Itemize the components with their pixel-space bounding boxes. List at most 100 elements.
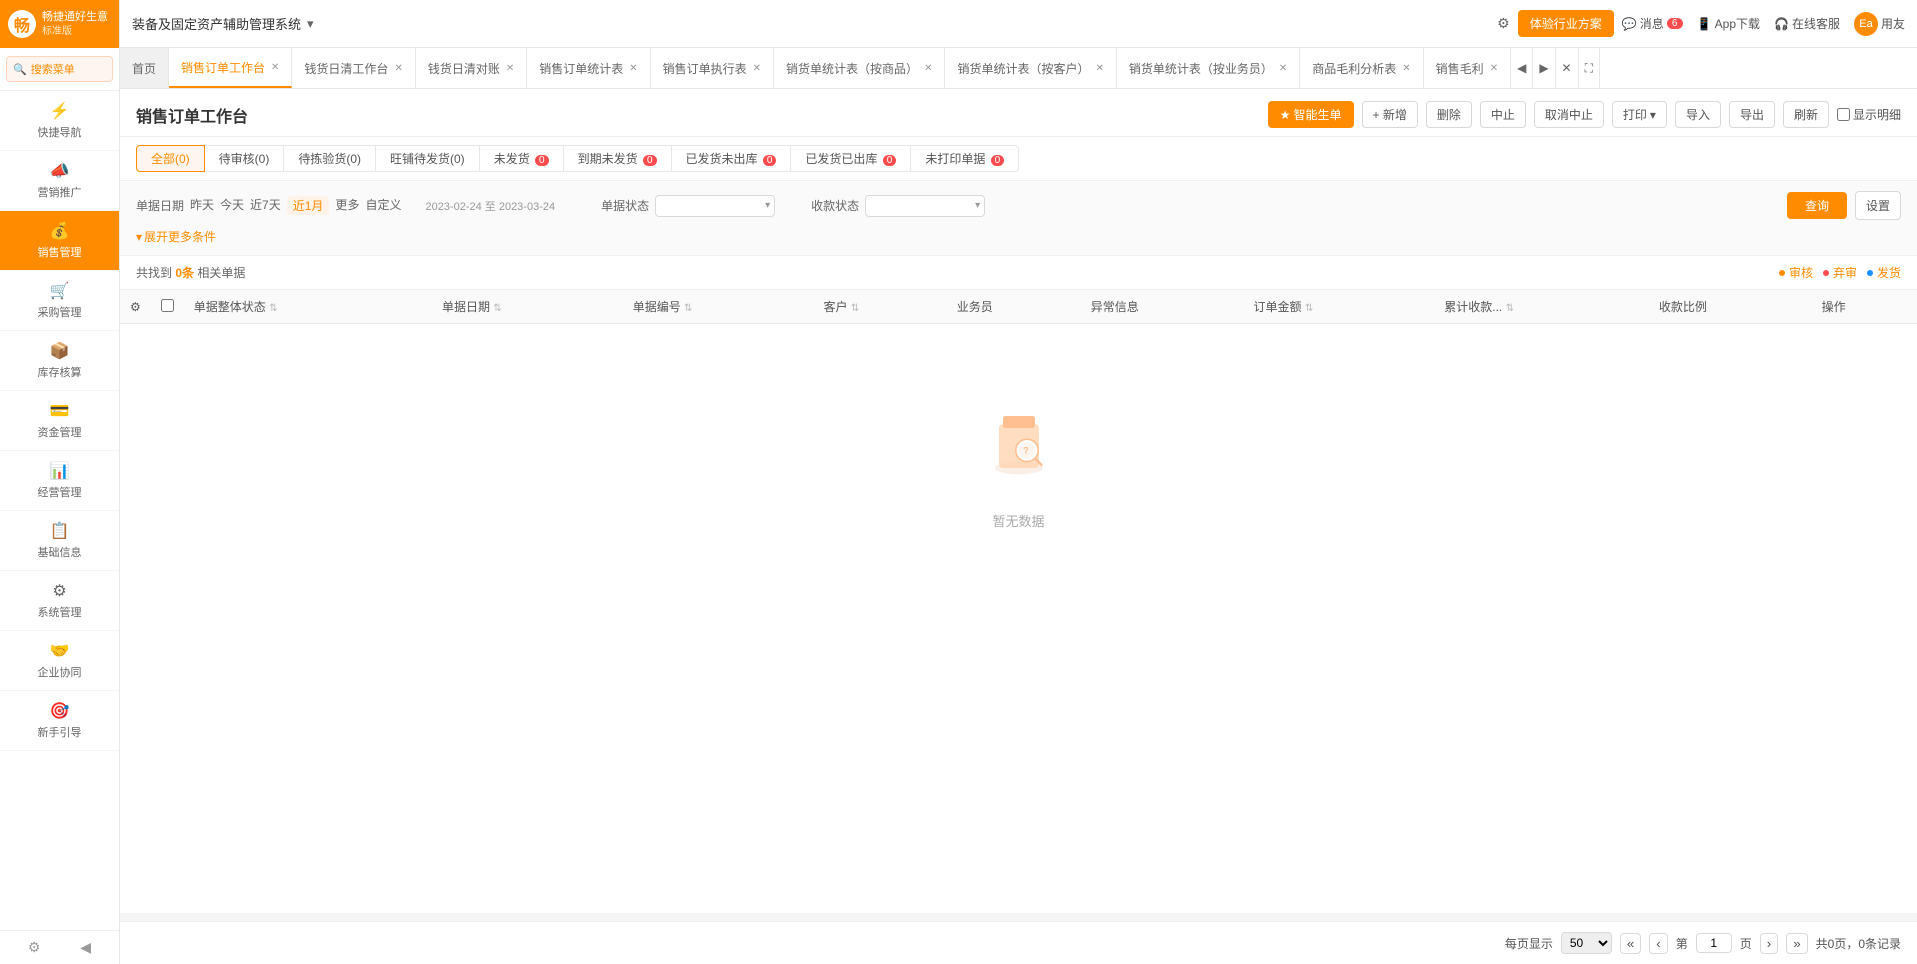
tab-close-all-button[interactable]: ✕ <box>1556 48 1579 88</box>
sidebar-item-quick-nav[interactable]: ⚡ 快捷导航 <box>0 91 119 151</box>
tab-close-cash-daily[interactable]: ✕ <box>394 63 402 74</box>
sidebar-item-system[interactable]: ⚙ 系统管理 <box>0 571 119 631</box>
tab-sales-summary-product[interactable]: 销货单统计表（按商品） ✕ <box>774 48 945 88</box>
date-today[interactable]: 今天 <box>220 196 244 215</box>
sidebar-item-purchase[interactable]: 🛒 采购管理 <box>0 271 119 331</box>
tab-close-summary-staff[interactable]: ✕ <box>1279 63 1287 74</box>
date-yesterday[interactable]: 昨天 <box>190 196 214 215</box>
review-action-button[interactable]: 审核 <box>1779 264 1813 281</box>
next-page-button[interactable]: › <box>1760 933 1778 954</box>
user-area[interactable]: Ea 用友 <box>1854 12 1905 36</box>
sidebar-item-basic-info[interactable]: 📋 基础信息 <box>0 511 119 571</box>
date-1month[interactable]: 近1月 <box>287 196 330 215</box>
tab-cash-reconcile[interactable]: 钱货日清对账 ✕ <box>416 48 527 88</box>
suspend-button[interactable]: 中止 <box>1480 101 1526 128</box>
sidebar-item-inventory[interactable]: 📦 库存核算 <box>0 331 119 391</box>
filter-tab-expired[interactable]: 到期未发货 0 <box>563 145 672 172</box>
date-7days[interactable]: 近7天 <box>250 196 281 215</box>
horizontal-scrollbar[interactable] <box>120 913 1917 921</box>
topbar-settings-icon[interactable]: ⚙ <box>1497 15 1510 32</box>
tab-close-summary-customer[interactable]: ✕ <box>1095 63 1103 74</box>
tab-cash-daily[interactable]: 钱货日清工作台 ✕ <box>292 48 415 88</box>
online-service-button[interactable]: 🎧 在线客服 <box>1774 15 1840 32</box>
tab-close-profit[interactable]: ✕ <box>1490 63 1498 74</box>
tab-close-sales-stats[interactable]: ✕ <box>629 63 637 74</box>
filter-tab-shipped-out[interactable]: 已发货已出库 0 <box>790 145 911 172</box>
tab-close-summary-product[interactable]: ✕ <box>924 63 932 74</box>
tab-maximize-button[interactable]: ⛶ <box>1579 48 1600 88</box>
page-size-select[interactable]: 50 10 20 100 <box>1561 932 1612 954</box>
search-menu-button[interactable]: 🔍 搜索菜单 <box>6 56 113 82</box>
th-checkbox[interactable] <box>151 290 184 324</box>
cancel-suspend-button[interactable]: 取消中止 <box>1534 101 1604 128</box>
industry-solution-button[interactable]: 体验行业方案 <box>1518 10 1614 37</box>
date-custom[interactable]: 自定义 <box>365 196 401 215</box>
tab-close-sales-workbench[interactable]: ✕ <box>271 62 279 73</box>
sort-date-icon[interactable]: ⇅ <box>493 303 501 314</box>
tab-prev-button[interactable]: ◀ <box>1511 48 1533 88</box>
sidebar-settings-icon[interactable]: ⚙ <box>28 939 41 956</box>
tab-close-cash-reconcile[interactable]: ✕ <box>506 63 514 74</box>
tab-close-margin[interactable]: ✕ <box>1402 63 1410 74</box>
tab-sales-stats[interactable]: 销售订单统计表 ✕ <box>527 48 650 88</box>
sort-collected-icon[interactable]: ⇅ <box>1506 303 1514 314</box>
topbar-right-area: 💬 消息 6 📱 App下载 🎧 在线客服 Ea 用友 <box>1622 12 1905 36</box>
last-page-button[interactable]: » <box>1786 933 1807 954</box>
import-button[interactable]: 导入 <box>1675 101 1721 128</box>
tab-sales-summary-customer[interactable]: 销货单统计表（按客户） ✕ <box>945 48 1116 88</box>
show-details-checkbox-label[interactable]: 显示明细 <box>1837 106 1901 123</box>
sidebar-item-finance[interactable]: 💳 资金管理 <box>0 391 119 451</box>
finance-icon: 💳 <box>50 401 70 421</box>
print-button[interactable]: 打印 ▾ <box>1612 101 1667 128</box>
filter-tab-pending-review[interactable]: 待审核(0) <box>204 145 285 172</box>
status-select[interactable] <box>655 195 775 217</box>
pagination: 每页显示 50 10 20 100 « ‹ 第 页 › » 共0页，0条记录 <box>120 921 1917 964</box>
app-download-button[interactable]: 📱 App下载 <box>1697 15 1760 32</box>
sidebar-collapse-icon[interactable]: ◀ <box>80 939 91 956</box>
smart-create-button[interactable]: ★ 智能生单 <box>1268 101 1354 128</box>
tab-margin-analysis[interactable]: 商品毛利分析表 ✕ <box>1300 48 1423 88</box>
filter-tab-all[interactable]: 全部(0) <box>136 145 205 172</box>
first-page-button[interactable]: « <box>1620 933 1641 954</box>
tab-sales-workbench[interactable]: 销售订单工作台 ✕ <box>169 48 292 88</box>
select-all-checkbox[interactable] <box>161 299 174 312</box>
th-settings[interactable]: ⚙ <box>120 290 151 324</box>
expand-conditions-button[interactable]: ▾ 展开更多条件 <box>136 228 1901 245</box>
sort-status-icon[interactable]: ⇅ <box>269 303 277 314</box>
message-button[interactable]: 💬 消息 6 <box>1622 15 1683 32</box>
tab-sales-profit[interactable]: 销售毛利 ✕ <box>1424 48 1511 88</box>
show-details-checkbox[interactable] <box>1837 108 1850 121</box>
system-dropdown-icon[interactable]: ▾ <box>307 16 314 32</box>
cancel-review-action-button[interactable]: 弃审 <box>1823 264 1857 281</box>
prev-page-button[interactable]: ‹ <box>1649 933 1667 954</box>
filter-tab-shipped-no-out[interactable]: 已发货未出库 0 <box>671 145 792 172</box>
payment-select[interactable] <box>865 195 985 217</box>
sort-number-icon[interactable]: ⇅ <box>684 303 692 314</box>
sidebar-item-operations[interactable]: 📊 经营管理 <box>0 451 119 511</box>
sidebar-item-guide[interactable]: 🎯 新手引导 <box>0 691 119 751</box>
settings-button[interactable]: 设置 <box>1855 191 1901 220</box>
filter-tab-unshipped[interactable]: 未发货 0 <box>479 145 564 172</box>
tab-sales-summary-staff[interactable]: 销货单统计表（按业务员） ✕ <box>1117 48 1300 88</box>
tab-home[interactable]: 首页 <box>120 48 169 88</box>
page-number-input[interactable] <box>1696 933 1732 953</box>
filter-tab-pending-inspect[interactable]: 待拣验货(0) <box>283 145 376 172</box>
refresh-button[interactable]: 刷新 <box>1783 101 1829 128</box>
tab-close-sales-exec[interactable]: ✕ <box>753 63 761 74</box>
query-button[interactable]: 查询 <box>1787 192 1847 219</box>
date-more[interactable]: 更多 <box>335 196 359 215</box>
sidebar-item-sales[interactable]: 💰 销售管理 <box>0 211 119 271</box>
sort-amount-icon[interactable]: ⇅ <box>1305 303 1313 314</box>
filter-tab-wangpu[interactable]: 旺铺待发货(0) <box>375 145 480 172</box>
sidebar-item-enterprise[interactable]: 🤝 企业协同 <box>0 631 119 691</box>
delete-button[interactable]: 删除 <box>1426 101 1472 128</box>
add-button[interactable]: + 新增 <box>1362 101 1418 128</box>
sort-customer-icon[interactable]: ⇅ <box>851 303 859 314</box>
filter-tab-unprinted[interactable]: 未打印单据 0 <box>910 145 1019 172</box>
tab-sales-exec[interactable]: 销售订单执行表 ✕ <box>651 48 774 88</box>
logo-icon: 畅 <box>8 10 36 38</box>
tab-next-button[interactable]: ▶ <box>1533 48 1555 88</box>
sidebar-item-marketing[interactable]: 📣 营销推广 <box>0 151 119 211</box>
export-button[interactable]: 导出 <box>1729 101 1775 128</box>
ship-action-button[interactable]: 发货 <box>1867 264 1901 281</box>
